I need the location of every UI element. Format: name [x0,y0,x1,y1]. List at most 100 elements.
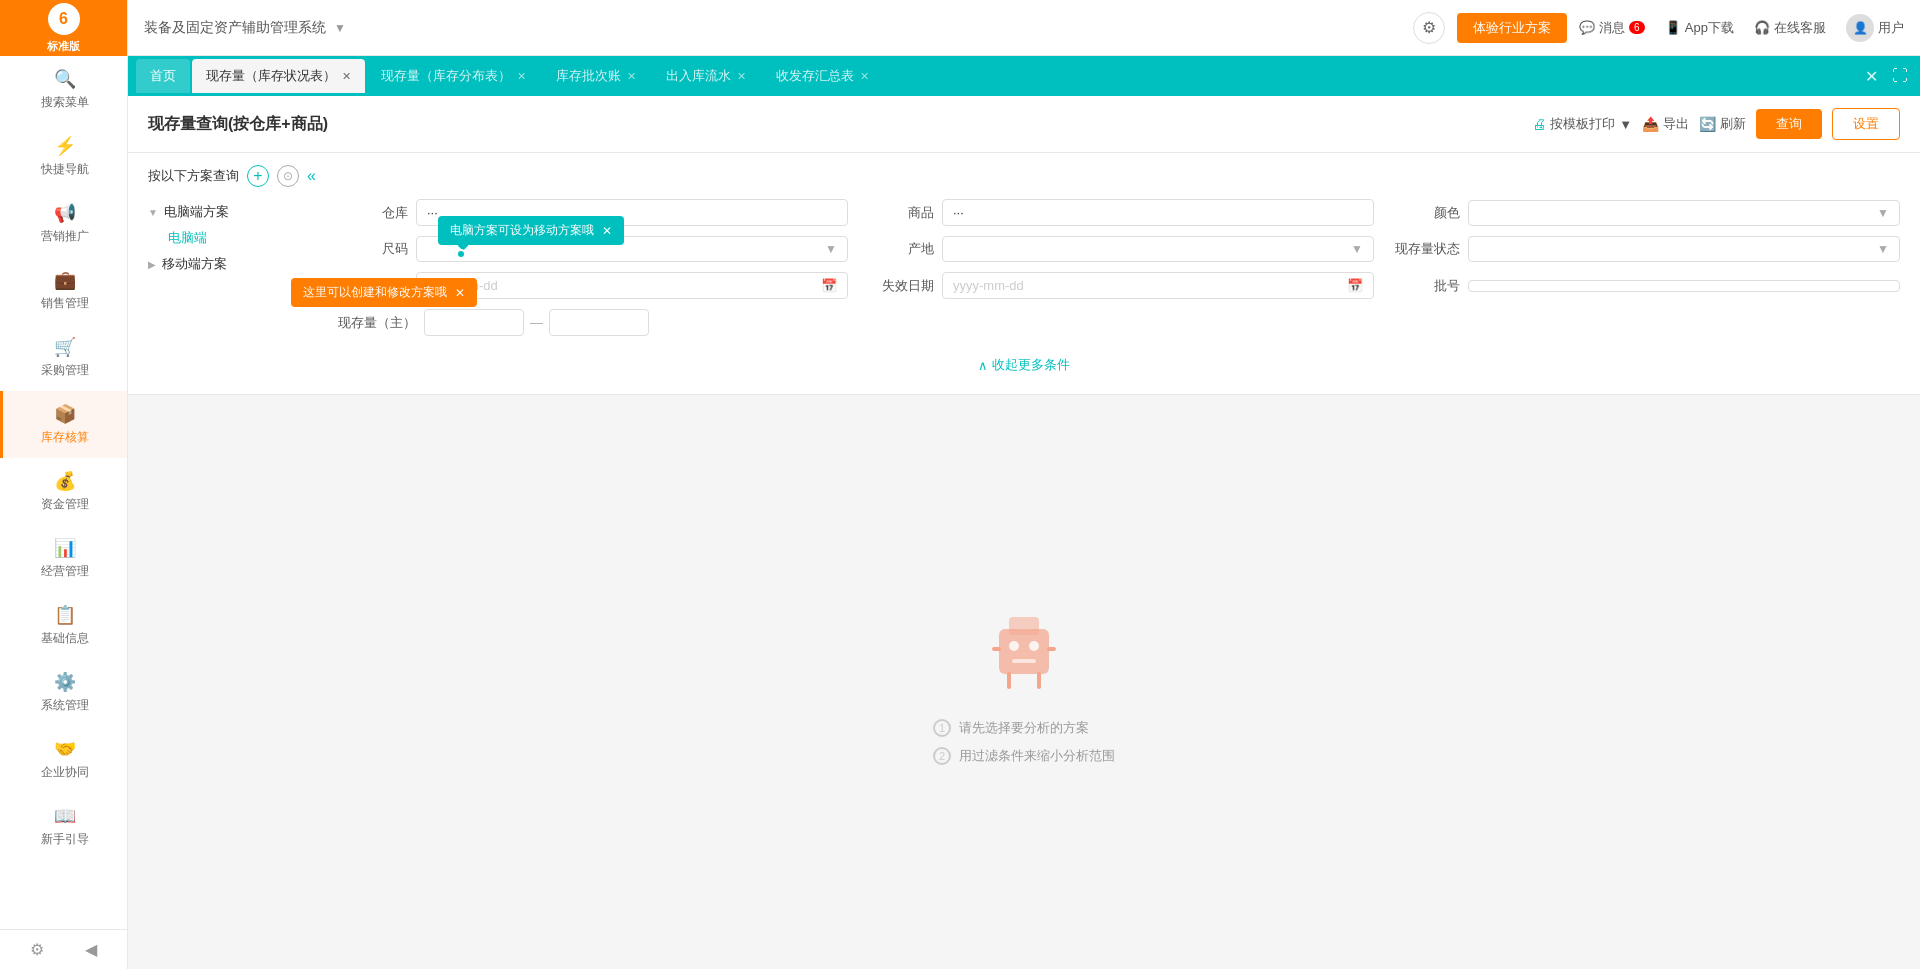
expire-date-input[interactable]: yyyy-mm-dd 📅 [942,272,1374,299]
export-button[interactable]: 📤 导出 [1642,115,1689,133]
tab-inventory-status[interactable]: 现存量（库存状况表） ✕ [192,59,365,93]
sidebar-item-quick-label: 快捷导航 [41,161,89,178]
sidebar-nav: 🔍 搜索菜单 ⚡ 快捷导航 📢 营销推广 💼 销售管理 🛒 采购管理 📦 库存核… [0,56,127,929]
collapse-icon: ∧ [978,358,988,373]
system-icon: ⚙️ [54,671,76,693]
tab-close-all-button[interactable]: ✕ [1861,63,1882,90]
user-menu[interactable]: 👤 用户 [1846,14,1904,42]
sidebar-item-inventory[interactable]: 📦 库存核算 [0,391,127,458]
enterprise-icon: 🤝 [54,738,76,760]
sidebar-item-system[interactable]: ⚙️ 系统管理 [0,659,127,726]
sidebar-item-enterprise[interactable]: 🤝 企业协同 [0,726,127,793]
sidebar-item-operations-label: 经营管理 [41,563,89,580]
form-item-expire-date: 失效日期 yyyy-mm-dd 📅 [864,272,1374,299]
sidebar-item-sales[interactable]: 💼 销售管理 [0,257,127,324]
warehouse-dots: ··· [427,205,438,220]
filter-back-button[interactable]: « [307,167,316,185]
range-dash: — [530,315,543,330]
tab-in-out[interactable]: 出入库流水 ✕ [652,59,760,93]
sidebar-item-inventory-label: 库存核算 [41,429,89,446]
tab-collect-summary-close[interactable]: ✕ [860,70,869,83]
search-button[interactable]: 查询 [1756,109,1822,139]
batch-input[interactable] [1468,280,1900,292]
form-item-goods: 商品 ··· [864,199,1374,226]
tab-bar: 首页 现存量（库存状况表） ✕ 现存量（库存分布表） ✕ 库存批次账 ✕ 出入库… [128,56,1920,96]
empty-dot-1: 1 [933,719,951,737]
basic-icon: 📋 [54,604,76,626]
collapse-bar[interactable]: ∧ 收起更多条件 [148,348,1900,382]
goods-select[interactable]: ··· [942,199,1374,226]
desktop-scheme-item[interactable]: ▼ 电脑端方案 [148,199,318,225]
empty-text-area: 1 请先选择要分析的方案 2 用过滤条件来缩小分析范围 [933,719,1115,765]
sidebar-item-operations[interactable]: 📊 经营管理 [0,525,127,592]
tab-inventory-dist-label: 现存量（库存分布表） [381,67,511,85]
svg-point-2 [1009,641,1019,651]
filter-copy-button[interactable]: ⊙ [277,165,299,187]
stock-amount-max[interactable] [549,309,649,336]
print-button[interactable]: 🖨 按模板打印 ▼ [1532,115,1632,133]
produce-date-input[interactable]: yyyy-mm-dd 📅 [416,272,848,299]
stock-amount-min[interactable] [424,309,524,336]
print-dropdown-arrow: ▼ [1619,117,1632,132]
goods-dots: ··· [953,205,964,220]
reset-button[interactable]: 设置 [1832,108,1900,140]
inventory-icon: 📦 [54,403,76,425]
empty-state: 1 请先选择要分析的方案 2 用过滤条件来缩小分析范围 [128,395,1920,969]
sidebar-item-guide-label: 新手引导 [41,831,89,848]
sidebar-item-purchase[interactable]: 🛒 采购管理 [0,324,127,391]
app-download-button[interactable]: 📱 App下载 [1665,19,1734,37]
tab-inventory-dist-close[interactable]: ✕ [517,70,526,83]
tab-maximize-button[interactable]: ⛶ [1888,63,1912,90]
origin-label: 产地 [864,240,934,258]
collapse-sidebar-button[interactable]: ◀ [85,940,97,959]
logo-label: 标准版 [47,39,80,54]
tab-collect-summary-label: 收发存汇总表 [776,67,854,85]
tab-in-out-close[interactable]: ✕ [737,70,746,83]
top-header: 装备及固定资产辅助管理系统 ▼ ⚙ 体验行业方案 💬 消息 6 📱 App下载 … [128,0,1920,56]
svg-rect-4 [1012,659,1036,663]
stock-status-arrow: ▼ [1877,242,1889,256]
desktop-scheme-label: 电脑端方案 [164,203,229,221]
refresh-button[interactable]: 🔄 刷新 [1699,115,1746,133]
tooltip-orange-close[interactable]: ✕ [455,286,465,300]
tab-collect-summary[interactable]: 收发存汇总表 ✕ [762,59,883,93]
filter-add-button[interactable]: + [247,165,269,187]
tab-batch-ledger-close[interactable]: ✕ [627,70,636,83]
sidebar-item-purchase-label: 采购管理 [41,362,89,379]
messages-button[interactable]: 💬 消息 6 [1579,19,1645,37]
search-icon: 🔍 [54,68,76,90]
sidebar-item-marketing[interactable]: 📢 营销推广 [0,190,127,257]
stock-status-select[interactable]: ▼ [1468,236,1900,262]
warehouse-label: 仓库 [338,204,408,222]
tab-inventory-dist[interactable]: 现存量（库存分布表） ✕ [367,59,540,93]
settings-button[interactable]: ⚙ [30,940,44,959]
empty-dot-2: 2 [933,747,951,765]
message-badge: 6 [1629,21,1645,34]
operations-icon: 📊 [54,537,76,559]
online-support-button[interactable]: 🎧 在线客服 [1754,19,1826,37]
tab-batch-ledger[interactable]: 库存批次账 ✕ [542,59,650,93]
tooltip-green-text: 电脑方案可设为移动方案哦 [450,222,594,239]
desktop-scheme-child[interactable]: 电脑端 [168,225,318,251]
expire-date-calendar-icon: 📅 [1347,278,1363,293]
sidebar-item-guide[interactable]: 📖 新手引导 [0,793,127,860]
tab-inventory-status-close[interactable]: ✕ [342,70,351,83]
color-select[interactable]: ▼ [1468,200,1900,226]
form-row-4: 现存量（主） — [338,309,1900,336]
origin-select[interactable]: ▼ [942,236,1374,262]
sidebar-item-search[interactable]: 🔍 搜索菜单 [0,56,127,123]
batch-label: 批号 [1390,277,1460,295]
form-item-batch: 批号 [1390,272,1900,299]
tooltip-orange-bubble: 这里可以创建和修改方案哦 ✕ [291,278,477,307]
sidebar-item-quick[interactable]: ⚡ 快捷导航 [0,123,127,190]
industry-button[interactable]: 体验行业方案 [1457,13,1567,43]
sidebar-item-finance[interactable]: 💰 资金管理 [0,458,127,525]
empty-step-1-text: 请先选择要分析的方案 [959,719,1089,737]
mobile-scheme-item[interactable]: ▶ 移动端方案 [148,251,318,277]
sidebar-item-basic[interactable]: 📋 基础信息 [0,592,127,659]
gear-button[interactable]: ⚙ [1413,12,1445,44]
tab-home[interactable]: 首页 [136,59,190,93]
stock-amount-range: — [424,309,848,336]
tooltip-green-close[interactable]: ✕ [602,224,612,238]
stock-amount-label: 现存量（主） [338,314,416,332]
